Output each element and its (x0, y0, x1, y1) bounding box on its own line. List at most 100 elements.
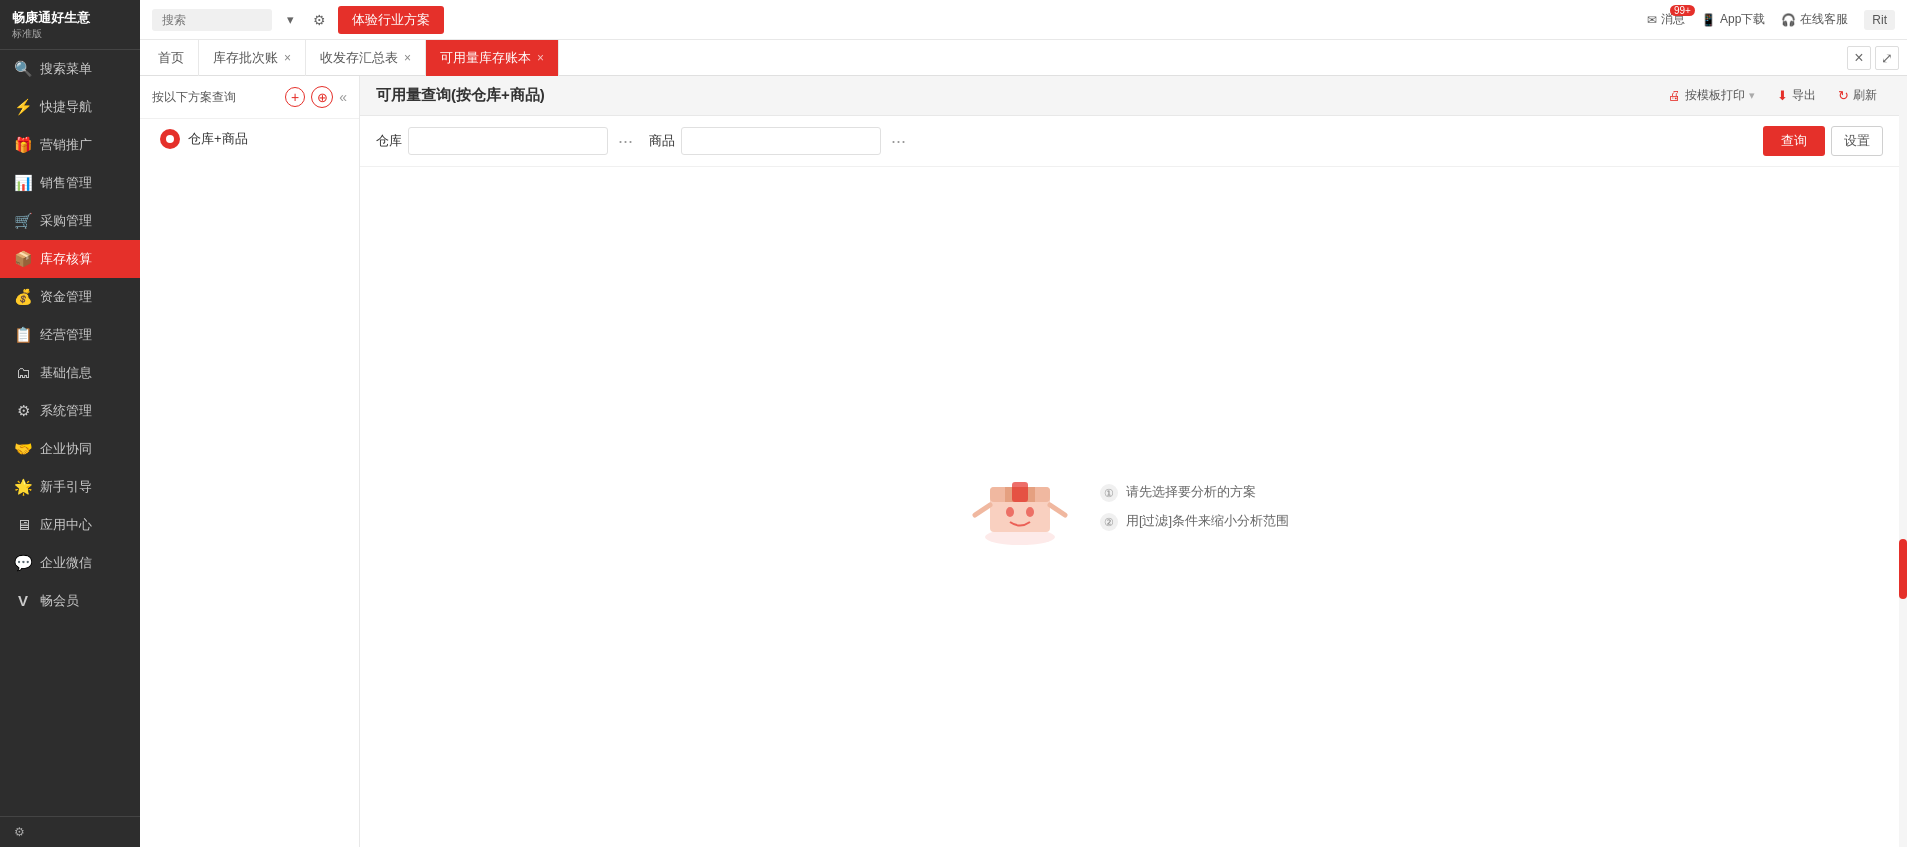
sidebar-item-inventory[interactable]: 📦 库存核算 (0, 240, 140, 278)
sidebar-item-system[interactable]: ⚙ 系统管理 (0, 392, 140, 430)
print-btn[interactable]: 🖨 按模板打印 ▾ (1662, 84, 1761, 107)
product-label: 商品 (649, 132, 675, 150)
page-actions: 🖨 按模板打印 ▾ ⬇ 导出 ↻ 刷新 (1662, 84, 1883, 107)
warehouse-more-icon[interactable]: ··· (614, 131, 637, 152)
sidebar: 畅康通好生意 标准版 🔍 搜索菜单 ⚡ 快捷导航 🎁 营销推广 📊 销售管理 🛒… (0, 0, 140, 847)
gift-icon: 🎁 (14, 136, 32, 154)
svg-rect-5 (1012, 482, 1028, 502)
refresh-label: 刷新 (1853, 87, 1877, 104)
product-field: 商品 ··· (649, 127, 910, 155)
product-input[interactable] (681, 127, 881, 155)
left-panel-header: 按以下方案查询 + ⊕ « (140, 76, 359, 119)
cart-icon: 🛒 (14, 212, 32, 230)
app-label: App下载 (1720, 11, 1765, 28)
sidebar-item-finance[interactable]: 💰 资金管理 (0, 278, 140, 316)
scheme-label: 按以下方案查询 (152, 89, 279, 106)
tip-text-2: 用[过滤]条件来缩小分析范围 (1126, 512, 1289, 530)
settings-icon: ⚙ (14, 825, 25, 839)
export-btn[interactable]: ⬇ 导出 (1771, 84, 1822, 107)
headset-icon: 🎧 (1781, 13, 1796, 27)
empty-state-inner: ① 请先选择要分析的方案 ② 用[过滤]条件来缩小分析范围 (970, 457, 1289, 557)
topbar: ▾ ⚙ 体验行业方案 ✉ 消息 99+ 📱 App下载 🎧 在线客服 Rit (140, 0, 1907, 40)
content-area: 按以下方案查询 + ⊕ « 仓库+商品 可用量查询(按仓库+商品) (140, 76, 1907, 847)
tabs-actions: × ⤢ (1847, 46, 1907, 70)
sidebar-bottom: ⚙ (0, 816, 140, 847)
tab-home[interactable]: 首页 (144, 40, 199, 76)
sidebar-item-appcenter[interactable]: 🖥 应用中心 (0, 506, 140, 544)
shortcut-icon: ⚡ (14, 98, 32, 116)
topbar-online-service[interactable]: 🎧 在线客服 (1781, 11, 1848, 28)
sidebar-item-label: 系统管理 (40, 402, 92, 420)
chart-icon: 📊 (14, 174, 32, 192)
sidebar-item-shortcut[interactable]: ⚡ 快捷导航 (0, 88, 140, 126)
tab-inventory-summary[interactable]: 收发存汇总表 × (306, 40, 426, 76)
settings-button[interactable]: 设置 (1831, 126, 1883, 156)
topbar-gear-icon[interactable]: ⚙ (308, 9, 330, 31)
scheme-settings-btn[interactable]: ⊕ (311, 86, 333, 108)
sidebar-item-enterprise[interactable]: 🤝 企业协同 (0, 430, 140, 468)
sidebar-item-marketing[interactable]: 🎁 营销推广 (0, 126, 140, 164)
topbar-search-input[interactable] (152, 9, 272, 31)
scheme-item-label: 仓库+商品 (188, 130, 248, 148)
svg-line-9 (1050, 505, 1065, 515)
tab-batch-account[interactable]: 库存批次账 × (199, 40, 306, 76)
add-scheme-btn[interactable]: + (285, 87, 305, 107)
tabs-close-all-btn[interactable]: × (1847, 46, 1871, 70)
folder-icon: 🗂 (14, 364, 32, 381)
inventory-icon: 📦 (14, 250, 32, 268)
topbar-dropdown-icon[interactable]: ▾ (280, 10, 300, 30)
scheme-item-icon (160, 129, 180, 149)
sidebar-item-label: 库存核算 (40, 250, 92, 268)
sidebar-nav: 🔍 搜索菜单 ⚡ 快捷导航 🎁 营销推广 📊 销售管理 🛒 采购管理 📦 库存核… (0, 50, 140, 816)
svg-line-8 (975, 505, 990, 515)
query-button[interactable]: 查询 (1763, 126, 1825, 156)
collapse-arrow-icon[interactable]: « (339, 89, 347, 105)
tab-summary-close-icon[interactable]: × (404, 51, 411, 65)
svg-point-0 (166, 135, 174, 143)
warehouse-input[interactable] (408, 127, 608, 155)
product-more-icon[interactable]: ··· (887, 131, 910, 152)
tab-available-close-icon[interactable]: × (537, 51, 544, 65)
svg-point-6 (1006, 507, 1014, 517)
phone-icon: 📱 (1701, 13, 1716, 27)
tab-batch-close-icon[interactable]: × (284, 51, 291, 65)
sidebar-item-label: 资金管理 (40, 288, 92, 306)
tab-batch-label: 库存批次账 (213, 49, 278, 67)
empty-tip-1: ① 请先选择要分析的方案 (1100, 483, 1289, 502)
user-name: Rit (1872, 13, 1887, 27)
topbar-user[interactable]: Rit (1864, 10, 1895, 30)
sidebar-item-operations[interactable]: 📋 经营管理 (0, 316, 140, 354)
app-title: 畅康通好生意 (12, 10, 128, 27)
sidebar-item-baseinfo[interactable]: 🗂 基础信息 (0, 354, 140, 392)
tab-home-label: 首页 (158, 49, 184, 67)
sidebar-item-wechat[interactable]: 💬 企业微信 (0, 544, 140, 582)
empty-tip-2: ② 用[过滤]条件来缩小分析范围 (1100, 512, 1289, 531)
tabs-expand-btn[interactable]: ⤢ (1875, 46, 1899, 70)
scrollbar-thumb[interactable] (1899, 539, 1907, 599)
sidebar-item-sales[interactable]: 📊 销售管理 (0, 164, 140, 202)
industry-btn[interactable]: 体验行业方案 (338, 6, 444, 34)
topbar-message[interactable]: ✉ 消息 99+ (1647, 11, 1685, 28)
warehouse-field: 仓库 ··· (376, 127, 637, 155)
sidebar-item-search[interactable]: 🔍 搜索菜单 (0, 50, 140, 88)
sidebar-item-label: 搜索菜单 (40, 60, 92, 78)
refresh-icon: ↻ (1838, 88, 1849, 103)
export-label: 导出 (1792, 87, 1816, 104)
gear-icon: ⚙ (14, 402, 32, 420)
handshake-icon: 🤝 (14, 440, 32, 458)
message-badge: 99+ (1670, 5, 1695, 16)
refresh-btn[interactable]: ↻ 刷新 (1832, 84, 1883, 107)
sidebar-item-label: 企业协同 (40, 440, 92, 458)
print-label: 按模板打印 (1685, 87, 1745, 104)
sidebar-item-member[interactable]: V 畅会员 (0, 582, 140, 620)
topbar-app-download[interactable]: 📱 App下载 (1701, 11, 1765, 28)
sidebar-item-purchase[interactable]: 🛒 采购管理 (0, 202, 140, 240)
sidebar-item-guide[interactable]: 🌟 新手引导 (0, 468, 140, 506)
tip-num-1: ① (1100, 484, 1118, 502)
main-area: ▾ ⚙ 体验行业方案 ✉ 消息 99+ 📱 App下载 🎧 在线客服 Rit (140, 0, 1907, 847)
scheme-item-warehouse-product[interactable]: 仓库+商品 (140, 119, 359, 159)
service-label: 在线客服 (1800, 11, 1848, 28)
right-scrollbar[interactable] (1899, 76, 1907, 847)
tab-available-inventory[interactable]: 可用量库存账本 × (426, 40, 559, 76)
app-subtitle: 标准版 (12, 27, 128, 41)
